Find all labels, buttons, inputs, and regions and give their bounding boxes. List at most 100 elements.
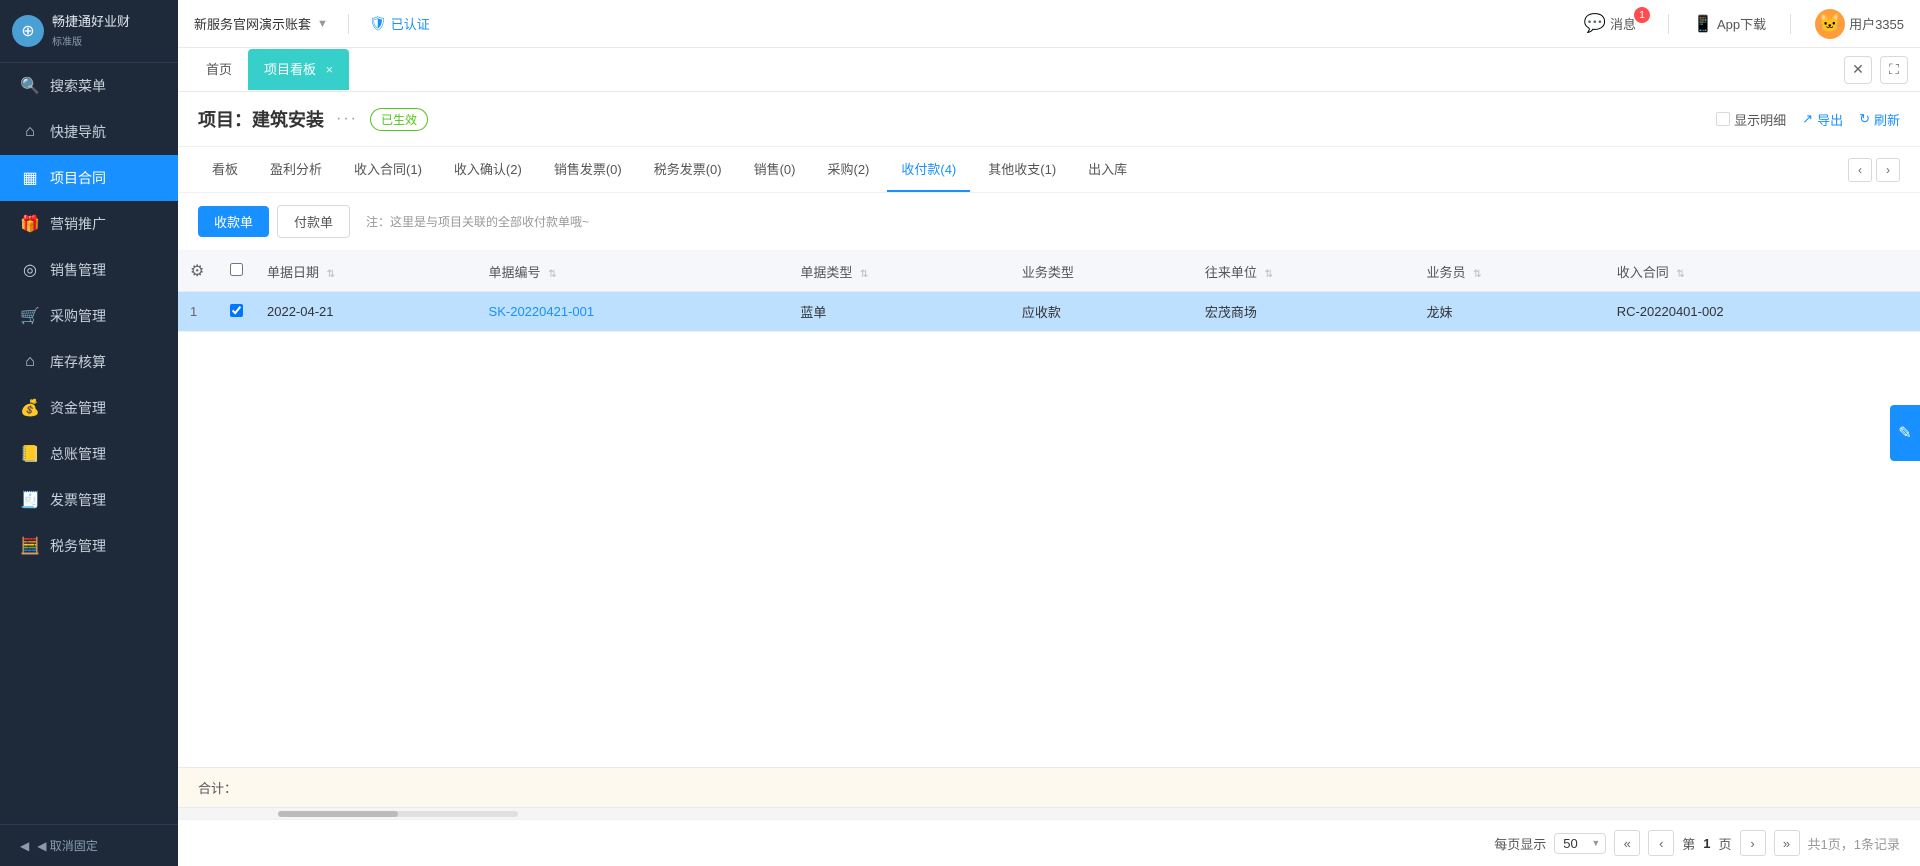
biz-type-column-label: 业务类型 (1022, 265, 1074, 280)
sidebar-item-tax[interactable]: 🧮 税务管理 (0, 523, 178, 569)
project-label: 项目：建筑安装 (198, 106, 324, 132)
number-column-header[interactable]: 单据编号 ⇅ (477, 251, 789, 292)
account-selector[interactable]: 新服务官网演示账套 ▼ (194, 14, 328, 33)
tab-project-board[interactable]: 项目看板 × (248, 49, 349, 90)
subtab-other-expense[interactable]: 其他收支(1) (974, 147, 1070, 192)
row-checkbox-cell (218, 292, 255, 332)
subtab-income-contract[interactable]: 收入合同(1) (340, 147, 436, 192)
topbar-right: 💬 消息 1 📱 App下载 🐱 用户3355 (1576, 9, 1904, 39)
sidebar-item-inventory[interactable]: ⌂ 库存核算 (0, 339, 178, 385)
subtab-sales-invoice[interactable]: 销售发票(0) (540, 147, 636, 192)
user-menu[interactable]: 🐱 用户3355 (1815, 9, 1904, 39)
counterparty-column-header[interactable]: 往来单位 ⇅ (1193, 251, 1415, 292)
page-size-select[interactable]: 50 20 100 (1554, 833, 1606, 854)
subtab-receipts[interactable]: 收付款(4) (887, 147, 970, 192)
subtab-label: 出入库 (1088, 162, 1127, 177)
column-settings-icon[interactable]: ⚙ (190, 263, 204, 280)
app-download-label: App下载 (1717, 14, 1766, 33)
subtab-kanban[interactable]: 看板 (198, 147, 252, 192)
subtab-prev-button[interactable]: ‹ (1848, 158, 1872, 182)
last-page-button[interactable]: » (1774, 830, 1800, 856)
income-contract-column-header[interactable]: 收入合同 ⇅ (1605, 251, 1920, 292)
row-checkbox[interactable] (230, 304, 243, 317)
project-status-badge: 已生效 (370, 108, 428, 131)
sidebar-header: ⊕ 畅捷通好业财 标准版 (0, 0, 178, 63)
tab-close-icon[interactable]: × (326, 62, 334, 77)
sidebar-item-label: 发票管理 (50, 490, 106, 510)
sidebar-item-project-contract[interactable]: ▦ 项目合同 (0, 155, 178, 201)
row-number: SK-20220421-001 (477, 292, 789, 332)
subtab-profit[interactable]: 盈利分析 (256, 147, 336, 192)
subtab-purchase[interactable]: 采购(2) (813, 147, 883, 192)
sidebar-item-funds[interactable]: 💰 资金管理 (0, 385, 178, 431)
funds-icon: 💰 (20, 398, 40, 418)
project-title: 建筑安装 (252, 110, 324, 130)
project-more-icon[interactable]: ··· (336, 110, 358, 128)
topbar-divider2 (1668, 14, 1669, 34)
sidebar-item-label: 快捷导航 (50, 122, 106, 142)
salesperson-column-header[interactable]: 业务员 ⇅ (1414, 251, 1604, 292)
topbar-divider3 (1790, 14, 1791, 34)
sidebar-item-invoice[interactable]: 🧾 发票管理 (0, 477, 178, 523)
scrollbar-thumb[interactable] (278, 811, 398, 817)
user-label: 用户3355 (1849, 14, 1904, 33)
subtab-income-confirm[interactable]: 收入确认(2) (440, 147, 536, 192)
sidebar-item-marketing[interactable]: 🎁 营销推广 (0, 201, 178, 247)
subtab-label: 收付款(4) (901, 162, 956, 177)
subtab-next-button[interactable]: › (1876, 158, 1900, 182)
sidebar-item-label: 总账管理 (50, 444, 106, 464)
messages-button[interactable]: 💬 消息 1 (1576, 13, 1644, 34)
tab-home-label: 首页 (206, 62, 232, 77)
type-column-header[interactable]: 单据类型 ⇅ (788, 251, 1010, 292)
subtab-tax-invoice[interactable]: 税务发票(0) (640, 147, 736, 192)
tabbar: 首页 项目看板 × ✕ ⛶ (178, 48, 1920, 92)
float-action-button[interactable]: ✎ (1890, 405, 1920, 461)
refresh-button[interactable]: ↻ 刷新 (1859, 110, 1900, 129)
prev-page-button[interactable]: ‹ (1648, 830, 1674, 856)
sidebar-item-quick-nav[interactable]: ⌂ 快捷导航 (0, 109, 178, 155)
per-page-label: 每页显示 (1494, 834, 1546, 853)
window-maximize-button[interactable]: ⛶ (1880, 56, 1908, 84)
tab-home[interactable]: 首页 (190, 49, 248, 90)
shield-icon: 🛡 (369, 15, 387, 32)
table-row[interactable]: 1 2022-04-21 SK-20220421-001 蓝单 应收款 宏茂商场… (178, 292, 1920, 332)
show-detail-checkbox[interactable]: 显示明细 (1716, 110, 1786, 129)
sidebar-item-label: 库存核算 (50, 352, 106, 372)
invoice-icon: 🧾 (20, 490, 40, 510)
payment-tab-button[interactable]: 付款单 (277, 205, 350, 238)
sidebar-item-sales[interactable]: ◎ 销售管理 (0, 247, 178, 293)
phone-icon: 📱 (1693, 14, 1713, 34)
summary-label: 合计： (198, 781, 237, 796)
subtab-sales[interactable]: 销售(0) (740, 147, 810, 192)
page-size-wrapper: 50 20 100 (1554, 833, 1606, 854)
app-download-button[interactable]: 📱 App下载 (1693, 14, 1766, 34)
ledger-icon: 📒 (20, 444, 40, 464)
sidebar-item-label: 采购管理 (50, 306, 106, 326)
select-all-checkbox[interactable] (230, 263, 243, 276)
row-num: 1 (178, 292, 218, 332)
window-close-button[interactable]: ✕ (1844, 56, 1872, 84)
next-page-button[interactable]: › (1740, 830, 1766, 856)
subtab-label: 税务发票(0) (654, 162, 722, 177)
page-label-text: 第 (1682, 834, 1695, 853)
inner-tabs: 收款单 付款单 注：这里是与项目关联的全部收付款单哦~ (178, 193, 1920, 251)
row-income-contract: RC-20220401-002 (1605, 292, 1920, 332)
sidebar-item-ledger[interactable]: 📒 总账管理 (0, 431, 178, 477)
sidebar-item-label: 税务管理 (50, 536, 106, 556)
scrollbar-track (278, 811, 518, 817)
subtab-label: 采购(2) (827, 162, 869, 177)
receipt-tab-button[interactable]: 收款单 (198, 206, 269, 237)
row-number-link[interactable]: SK-20220421-001 (489, 304, 595, 319)
export-button[interactable]: ↗ 导出 (1802, 110, 1843, 129)
horizontal-scrollbar[interactable] (178, 807, 1920, 819)
sidebar-item-purchase[interactable]: 🛒 采购管理 (0, 293, 178, 339)
subtab-warehouse[interactable]: 出入库 (1074, 147, 1141, 192)
sidebar-unpin-button[interactable]: ◀ ◀︎ 取消固定 (0, 824, 178, 866)
main-area: 新服务官网演示账套 ▼ 🛡 已认证 💬 消息 1 📱 App下载 🐱 用户335… (178, 0, 1920, 866)
date-column-header[interactable]: 单据日期 ⇅ (255, 251, 477, 292)
app-logo: ⊕ (12, 15, 44, 47)
sidebar-item-search[interactable]: 🔍 搜索菜单 (0, 63, 178, 109)
first-page-button[interactable]: « (1614, 830, 1640, 856)
export-icon: ↗ (1802, 111, 1813, 127)
sort-icon: ⇅ (1265, 269, 1273, 280)
